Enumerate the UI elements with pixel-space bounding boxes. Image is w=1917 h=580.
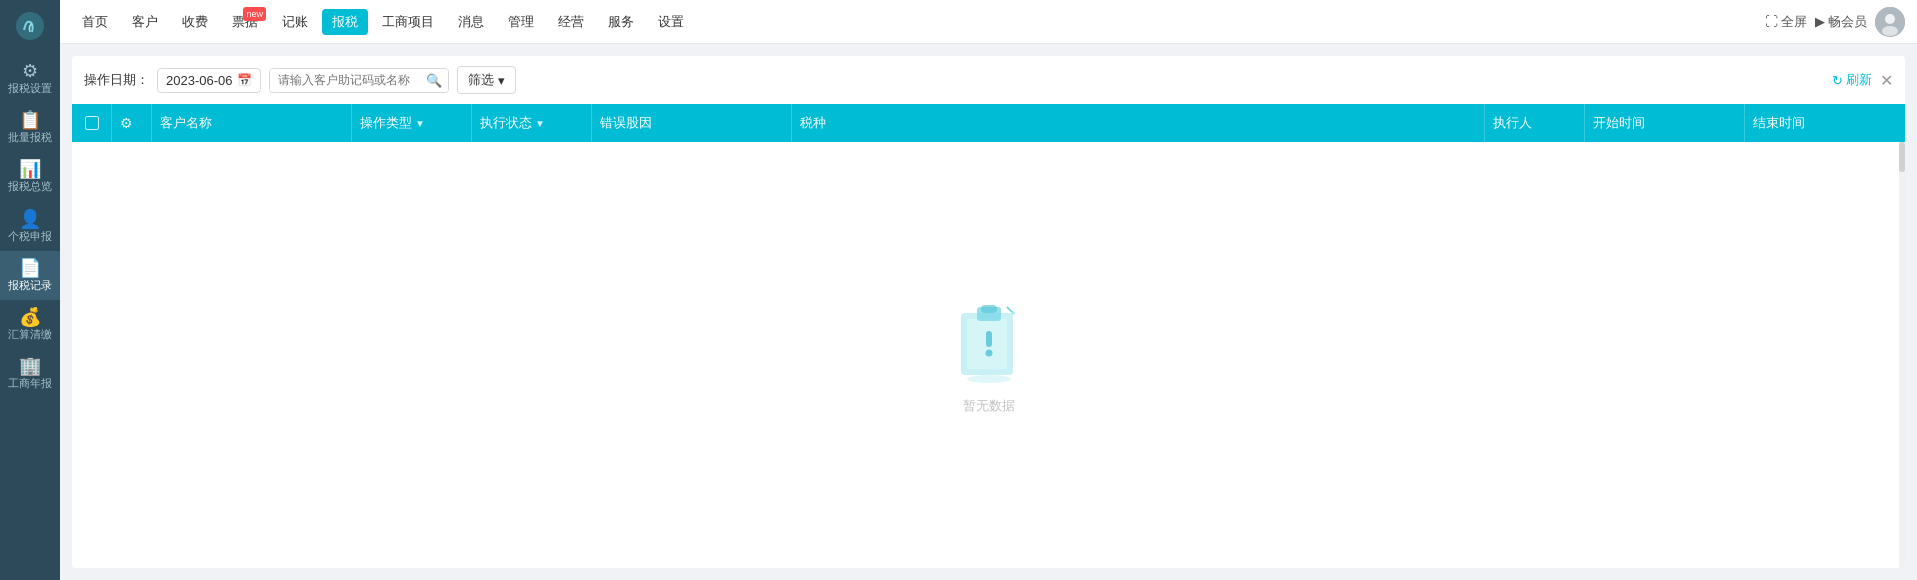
th-exec-status[interactable]: 执行状态 ▼ [472, 104, 592, 142]
annual-report-icon: 🏢 [19, 357, 41, 375]
sidebar-item-geshuishenbo[interactable]: 👤 个税申报 [0, 202, 60, 251]
sidebar-item-baoshuijilu[interactable]: 📄 报税记录 [0, 251, 60, 300]
refresh-icon: ↻ [1832, 73, 1843, 88]
sidebar-item-baoshuizonglan[interactable]: 📊 报税总览 [0, 152, 60, 201]
member-button[interactable]: ▶ 畅会员 [1815, 13, 1867, 31]
nav-fuwu[interactable]: 服务 [598, 9, 644, 35]
sidebar-item-gongshangnianb[interactable]: 🏢 工商年报 [0, 349, 60, 398]
nav-gongshang[interactable]: 工商项目 [372, 9, 444, 35]
th-executor: 执行人 [1485, 104, 1585, 142]
nav-jingying[interactable]: 经营 [548, 9, 594, 35]
close-button[interactable]: ✕ [1880, 71, 1893, 90]
th-customer-name: 客户名称 [152, 104, 352, 142]
column-settings-icon[interactable]: ⚙ [120, 115, 133, 131]
table-body: 暂无数据 [72, 142, 1905, 568]
empty-state: 暂无数据 [949, 295, 1029, 415]
table-container: 操作日期： 2023-06-06 📅 🔍 筛选 ▾ ↻ [72, 56, 1905, 568]
svg-rect-8 [986, 331, 992, 347]
fullscreen-icon: ⛶ [1765, 14, 1778, 29]
chevron-down-icon: ▾ [498, 73, 505, 88]
th-error-reason: 错误股因 [592, 104, 792, 142]
date-picker[interactable]: 2023-06-06 📅 [157, 68, 261, 93]
nav-guanli[interactable]: 管理 [498, 9, 544, 35]
svg-point-12 [967, 375, 1011, 383]
svg-point-2 [1885, 14, 1895, 24]
search-box: 🔍 [269, 68, 449, 93]
nav-customer[interactable]: 客户 [122, 9, 168, 35]
th-operation-type[interactable]: 操作类型 ▼ [352, 104, 472, 142]
filter-button[interactable]: 筛选 ▾ [457, 66, 516, 94]
search-button[interactable]: 🔍 [420, 69, 448, 92]
sidebar-logo [12, 8, 48, 44]
sort-icon2: ▼ [535, 118, 545, 129]
new-badge: new [243, 7, 266, 21]
avatar[interactable] [1875, 7, 1905, 37]
empty-text: 暂无数据 [963, 397, 1015, 415]
th-checkbox [72, 104, 112, 142]
date-label: 操作日期： [84, 71, 149, 89]
fullscreen-button[interactable]: ⛶ 全屏 [1765, 13, 1807, 31]
topnav-right: ⛶ 全屏 ▶ 畅会员 [1765, 7, 1905, 37]
search-icon: 🔍 [426, 73, 442, 88]
nav-items: 首页 客户 收费 票据 new 记账 报税 工商项目 消息 管理 经营 服务 设… [72, 9, 1765, 35]
top-navigation: 首页 客户 收费 票据 new 记账 报税 工商项目 消息 管理 经营 服务 设… [60, 0, 1917, 44]
nav-shezhi[interactable]: 设置 [648, 9, 694, 35]
sidebar-item-baoshuishezhi[interactable]: ⚙ 报税设置 [0, 54, 60, 103]
nav-xiaoxi[interactable]: 消息 [448, 9, 494, 35]
main-area: 首页 客户 收费 票据 new 记账 报税 工商项目 消息 管理 经营 服务 设… [60, 0, 1917, 580]
svg-rect-7 [981, 305, 997, 313]
settlement-icon: 💰 [19, 308, 41, 326]
th-gear: ⚙ [112, 104, 152, 142]
sidebar: ⚙ 报税设置 📋 批量报税 📊 报税总览 👤 个税申报 📄 报税记录 💰 汇算清… [0, 0, 60, 580]
sidebar-item-huisuanjiaona[interactable]: 💰 汇算清缴 [0, 300, 60, 349]
overview-icon: 📊 [19, 160, 41, 178]
th-tax-type: 税种 [792, 104, 1485, 142]
refresh-button[interactable]: ↻ 刷新 [1832, 71, 1872, 89]
scrollbar[interactable] [1899, 142, 1905, 568]
batch-icon: 📋 [19, 111, 41, 129]
toolbar-right: ↻ 刷新 ✕ [1832, 71, 1893, 90]
scrollbar-thumb[interactable] [1899, 142, 1905, 172]
svg-point-11 [1011, 311, 1015, 315]
svg-point-9 [985, 350, 992, 357]
table-header: ⚙ 客户名称 操作类型 ▼ 执行状态 ▼ 错误股因 [72, 104, 1905, 142]
th-start-time: 开始时间 [1585, 104, 1745, 142]
data-table: ⚙ 客户名称 操作类型 ▼ 执行状态 ▼ 错误股因 [72, 104, 1905, 568]
record-icon: 📄 [19, 259, 41, 277]
nav-jizhang[interactable]: 记账 [272, 9, 318, 35]
select-all-checkbox[interactable] [85, 116, 99, 130]
nav-shoufei[interactable]: 收费 [172, 9, 218, 35]
nav-piaoju[interactable]: 票据 new [222, 9, 268, 35]
calendar-icon: 📅 [237, 73, 252, 87]
nav-baoshui[interactable]: 报税 [322, 9, 368, 35]
svg-point-3 [1882, 26, 1898, 36]
content-area: 操作日期： 2023-06-06 📅 🔍 筛选 ▾ ↻ [60, 44, 1917, 580]
th-end-time: 结束时间 [1745, 104, 1905, 142]
person-tax-icon: 👤 [19, 210, 41, 228]
video-icon: ▶ [1815, 14, 1825, 29]
empty-illustration [949, 295, 1029, 385]
settings-icon: ⚙ [22, 62, 38, 80]
toolbar: 操作日期： 2023-06-06 📅 🔍 筛选 ▾ ↻ [72, 56, 1905, 104]
sidebar-item-piliangbaoshui[interactable]: 📋 批量报税 [0, 103, 60, 152]
search-input[interactable] [270, 69, 420, 91]
sort-icon: ▼ [415, 118, 425, 129]
nav-home[interactable]: 首页 [72, 9, 118, 35]
